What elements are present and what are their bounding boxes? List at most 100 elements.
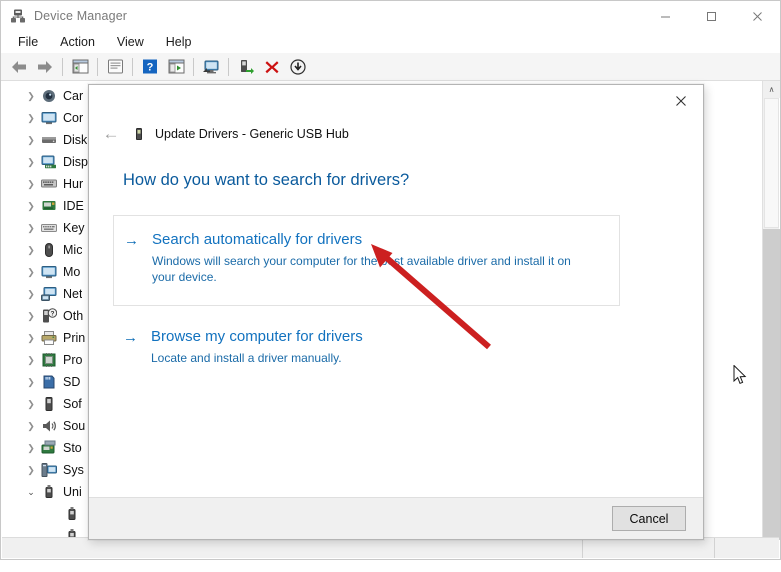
chevron-right-icon[interactable]: ❯ — [24, 375, 38, 389]
chevron-right-icon[interactable]: ❯ — [24, 353, 38, 367]
chevron-right-icon[interactable]: ❯ — [24, 463, 38, 477]
tree-item-label: Oth — [63, 309, 84, 323]
update-drivers-dialog: ← Update Drivers - Generic USB Hub How d… — [88, 84, 704, 540]
tree-item-label: Mo — [63, 265, 81, 279]
option-title[interactable]: Browse my computer for drivers — [151, 327, 621, 347]
maximize-button[interactable] — [688, 1, 734, 31]
sd-host-adapter-icon — [41, 374, 57, 390]
mouse-pointer — [733, 365, 747, 385]
tree-item-label: Sto — [63, 441, 82, 455]
tree-item-label: Pro — [63, 353, 83, 367]
cancel-button[interactable]: Cancel — [612, 506, 686, 531]
dialog-question-heading: How do you want to search for drivers? — [123, 171, 410, 189]
tree-item-label: SD — [63, 375, 81, 389]
tree-item-label: Prin — [63, 331, 86, 345]
chevron-right-icon[interactable]: ❯ — [24, 331, 38, 345]
usb-device-icon — [131, 126, 147, 142]
tree-item-label: Hur — [63, 177, 84, 191]
option-body: Browse my computer for drivers Locate an… — [151, 327, 621, 366]
ide-controller-icon — [41, 198, 57, 214]
printer-icon — [41, 330, 57, 346]
forward-button[interactable] — [32, 55, 58, 79]
status-pane-secondary — [583, 538, 715, 558]
scan-hardware-changes-button[interactable] — [198, 55, 224, 79]
system-device-icon — [41, 462, 57, 478]
menu-view[interactable]: View — [106, 33, 155, 51]
screenshot-root: Device Manager File Action View Help ? ❯… — [0, 0, 781, 572]
chevron-right-icon[interactable]: ❯ — [24, 265, 38, 279]
tree-item-label: Key — [63, 221, 85, 235]
tree-item-label: Cor — [63, 111, 84, 125]
option-search-automatically[interactable]: → Search automatically for drivers Windo… — [113, 215, 620, 306]
tree-item-label: Disk — [63, 133, 88, 147]
tree-item-label: Mic — [63, 243, 83, 257]
window-controls — [642, 1, 780, 31]
tree-item-label: Uni — [63, 485, 82, 499]
processor-icon — [41, 352, 57, 368]
disable-device-button[interactable] — [285, 55, 311, 79]
scrollbar-track[interactable] — [763, 229, 780, 540]
uninstall-device-button[interactable] — [259, 55, 285, 79]
usb-controller-icon — [41, 484, 57, 500]
chevron-right-icon[interactable]: ❯ — [24, 177, 38, 191]
back-arrow-icon[interactable]: ← — [97, 122, 125, 146]
console-tree-button[interactable] — [67, 55, 93, 79]
svg-text:?: ? — [51, 311, 55, 318]
toolbar-separator — [62, 57, 63, 76]
option-body: Search automatically for drivers Windows… — [152, 230, 607, 289]
properties-button[interactable] — [102, 55, 128, 79]
menu-action[interactable]: Action — [49, 33, 106, 51]
mouse-icon — [41, 242, 57, 258]
software-device-icon — [41, 396, 57, 412]
title-bar: Device Manager — [1, 1, 780, 31]
tree-item-label: Net — [63, 287, 83, 301]
desktop-background — [0, 560, 781, 572]
back-button[interactable] — [6, 55, 32, 79]
chevron-right-icon[interactable]: ❯ — [24, 441, 38, 455]
chevron-right-icon[interactable]: ❯ — [24, 309, 38, 323]
chevron-right-icon[interactable]: ❯ — [24, 419, 38, 433]
enable-device-button[interactable] — [233, 55, 259, 79]
scrollbar-thumb[interactable] — [764, 98, 779, 228]
toolbar-separator — [97, 57, 98, 76]
chevron-right-icon[interactable]: ❯ — [24, 221, 38, 235]
chevron-down-icon[interactable]: ⌄ — [24, 485, 38, 499]
dialog-footer: Cancel — [89, 497, 703, 539]
sound-device-icon — [41, 418, 57, 434]
menu-help[interactable]: Help — [155, 33, 203, 51]
arrow-right-icon: → — [123, 329, 138, 346]
window-title: Device Manager — [34, 9, 128, 23]
vertical-scrollbar[interactable]: ∧ — [762, 81, 780, 540]
option-description: Locate and install a driver manually. — [151, 351, 342, 365]
keyboard-icon — [41, 220, 57, 236]
scroll-up-arrow-icon[interactable]: ∧ — [763, 81, 780, 98]
chevron-right-icon[interactable]: ❯ — [24, 133, 38, 147]
chevron-right-icon[interactable]: ❯ — [24, 155, 38, 169]
minimize-button[interactable] — [642, 1, 688, 31]
help-button[interactable]: ? — [137, 55, 163, 79]
chevron-right-icon[interactable]: ❯ — [24, 243, 38, 257]
chevron-right-icon[interactable]: ❯ — [24, 89, 38, 103]
tree-item-label: Disp — [63, 155, 89, 169]
chevron-right-icon[interactable]: ❯ — [24, 111, 38, 125]
tree-item-label: Car — [63, 89, 84, 103]
arrow-right-icon: → — [124, 232, 139, 249]
dialog-close-button[interactable] — [658, 85, 703, 117]
menu-bar: File Action View Help — [1, 31, 780, 53]
update-driver-button[interactable] — [163, 55, 189, 79]
menu-file[interactable]: File — [7, 33, 49, 51]
tree-item-label: Sou — [63, 419, 86, 433]
usb-device-icon — [64, 506, 80, 522]
status-bar — [2, 537, 779, 558]
hid-icon — [41, 176, 57, 192]
option-browse-my-computer[interactable]: → Browse my computer for drivers Locate … — [113, 327, 633, 366]
chevron-right-icon[interactable]: ❯ — [24, 397, 38, 411]
chevron-right-icon[interactable]: ❯ — [24, 287, 38, 301]
other-device-icon: ? — [41, 308, 58, 324]
chevron-right-icon[interactable]: ❯ — [24, 199, 38, 213]
disk-drive-icon — [41, 132, 57, 148]
monitor-icon — [41, 264, 57, 280]
toolbar-separator — [193, 57, 194, 76]
option-title[interactable]: Search automatically for drivers — [152, 230, 607, 250]
close-button[interactable] — [734, 1, 780, 31]
